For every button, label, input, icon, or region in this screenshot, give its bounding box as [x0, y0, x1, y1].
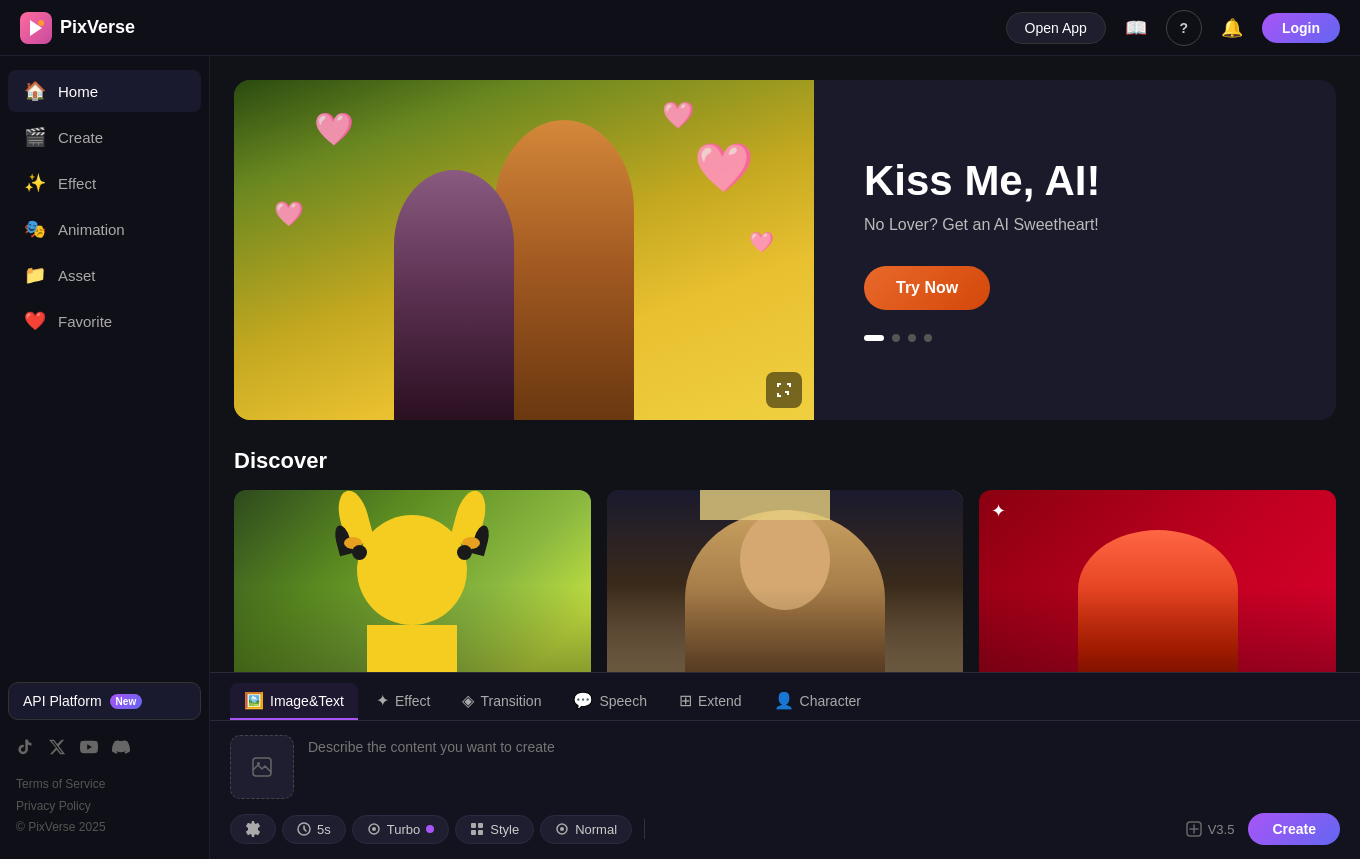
- home-icon: 🏠: [24, 80, 46, 102]
- dot-3[interactable]: [908, 334, 916, 342]
- create-panel: 🖼️ Image&Text ✦ Effect ◈ Transition 💬 Sp…: [210, 672, 1360, 859]
- hero-subtitle: No Lover? Get an AI Sweetheart!: [864, 216, 1286, 234]
- topnav-actions: Open App 📖 ? 🔔 Login: [1006, 10, 1340, 46]
- svg-point-6: [372, 827, 376, 831]
- discover-title: Discover: [234, 448, 1336, 474]
- tab-image-text[interactable]: 🖼️ Image&Text: [230, 683, 358, 720]
- tab-character-label: Character: [800, 693, 861, 709]
- hero-banner: 🩷 🩷 🩷 🩷 🩷 Kiss Me, AI! No Lover? Get an …: [234, 80, 1336, 420]
- hero-title: Kiss Me, AI!: [864, 158, 1286, 204]
- svg-rect-9: [471, 830, 476, 835]
- sidebar-item-create[interactable]: 🎬 Create: [8, 116, 201, 158]
- sidebar-item-label: Favorite: [58, 313, 112, 330]
- turbo-label: Turbo: [387, 822, 420, 837]
- new-badge: New: [110, 694, 143, 709]
- discord-icon[interactable]: [112, 738, 130, 760]
- duration-label: 5s: [317, 822, 331, 837]
- effect-icon: ✨: [24, 172, 46, 194]
- sidebar-item-home[interactable]: 🏠 Home: [8, 70, 201, 112]
- turbo-button[interactable]: Turbo: [352, 815, 449, 844]
- sidebar-item-effect[interactable]: ✨ Effect: [8, 162, 201, 204]
- api-platform-label: API Platform: [23, 693, 102, 709]
- svg-rect-8: [478, 823, 483, 828]
- sidebar-item-favorite[interactable]: ❤️ Favorite: [8, 300, 201, 342]
- tab-effect[interactable]: ✦ Effect: [362, 683, 445, 720]
- privacy-link[interactable]: Privacy Policy: [16, 799, 91, 813]
- character-tab-icon: 👤: [774, 691, 794, 710]
- social-icons: [0, 728, 209, 770]
- create-button[interactable]: Create: [1248, 813, 1340, 845]
- tiktok-icon[interactable]: [16, 738, 34, 760]
- tab-speech-label: Speech: [599, 693, 646, 709]
- options-divider: [644, 819, 645, 839]
- notification-icon-button[interactable]: 🔔: [1214, 10, 1250, 46]
- asset-icon: 📁: [24, 264, 46, 286]
- effect-tab-icon: ✦: [376, 691, 389, 710]
- try-now-button[interactable]: Try Now: [864, 266, 990, 310]
- dot-4[interactable]: [924, 334, 932, 342]
- topnav: PixVerse Open App 📖 ? 🔔 Login: [0, 0, 1360, 56]
- tab-transition[interactable]: ◈ Transition: [448, 683, 555, 720]
- svg-rect-10: [478, 830, 483, 835]
- svg-rect-7: [471, 823, 476, 828]
- style-label: Style: [490, 822, 519, 837]
- sidebar-item-label: Create: [58, 129, 103, 146]
- hero-text: Kiss Me, AI! No Lover? Get an AI Sweethe…: [814, 80, 1336, 420]
- quality-button[interactable]: Normal: [540, 815, 632, 844]
- image-text-icon: 🖼️: [244, 691, 264, 710]
- book-icon-button[interactable]: 📖: [1118, 10, 1154, 46]
- create-text-input[interactable]: [308, 735, 1340, 799]
- copyright: © PixVerse 2025: [16, 820, 106, 834]
- logo-icon: [20, 12, 52, 44]
- tab-effect-label: Effect: [395, 693, 431, 709]
- login-button[interactable]: Login: [1262, 13, 1340, 43]
- api-platform-button[interactable]: API Platform New: [8, 682, 201, 720]
- dots-indicator: [864, 334, 1286, 342]
- create-icon: 🎬: [24, 126, 46, 148]
- twitter-icon[interactable]: [48, 738, 66, 760]
- help-icon-button[interactable]: ?: [1166, 10, 1202, 46]
- favorite-icon: ❤️: [24, 310, 46, 332]
- image-upload-button[interactable]: [230, 735, 294, 799]
- sidebar-item-label: Home: [58, 83, 98, 100]
- speech-tab-icon: 💬: [573, 691, 593, 710]
- version-label: V3.5: [1186, 821, 1235, 837]
- create-input-area: [210, 721, 1360, 813]
- extend-tab-icon: ⊞: [679, 691, 692, 710]
- hero-image: 🩷 🩷 🩷 🩷 🩷: [234, 80, 814, 420]
- sidebar-item-animation[interactable]: 🎭 Animation: [8, 208, 201, 250]
- logo[interactable]: PixVerse: [20, 12, 1006, 44]
- style-button[interactable]: Style: [455, 815, 534, 844]
- logo-text: PixVerse: [60, 17, 135, 38]
- sidebar-item-label: Animation: [58, 221, 125, 238]
- transition-tab-icon: ◈: [462, 691, 474, 710]
- tab-character[interactable]: 👤 Character: [760, 683, 875, 720]
- open-app-button[interactable]: Open App: [1006, 12, 1106, 44]
- tab-speech[interactable]: 💬 Speech: [559, 683, 660, 720]
- duration-button[interactable]: 5s: [282, 815, 346, 844]
- settings-button[interactable]: [230, 814, 276, 844]
- turbo-dot: [426, 825, 434, 833]
- fullscreen-button[interactable]: [766, 372, 802, 408]
- sidebar-item-asset[interactable]: 📁 Asset: [8, 254, 201, 296]
- youtube-icon[interactable]: [80, 738, 98, 760]
- sidebar: 🏠 Home 🎬 Create ✨ Effect 🎭 Animation 📁 A…: [0, 56, 210, 859]
- sidebar-item-label: Effect: [58, 175, 96, 192]
- terms-link[interactable]: Terms of Service: [16, 777, 105, 791]
- create-options: 5s Turbo Style Normal: [210, 813, 1360, 859]
- tab-image-text-label: Image&Text: [270, 693, 344, 709]
- tab-transition-label: Transition: [480, 693, 541, 709]
- svg-point-1: [38, 20, 44, 26]
- quality-label: Normal: [575, 822, 617, 837]
- tab-extend[interactable]: ⊞ Extend: [665, 683, 756, 720]
- sidebar-item-label: Asset: [58, 267, 96, 284]
- dot-1[interactable]: [864, 335, 884, 341]
- sidebar-footer: Terms of Service Privacy Policy © PixVer…: [0, 770, 209, 847]
- dot-2[interactable]: [892, 334, 900, 342]
- version-text: V3.5: [1208, 822, 1235, 837]
- tab-extend-label: Extend: [698, 693, 742, 709]
- create-tabs: 🖼️ Image&Text ✦ Effect ◈ Transition 💬 Sp…: [210, 673, 1360, 721]
- animation-icon: 🎭: [24, 218, 46, 240]
